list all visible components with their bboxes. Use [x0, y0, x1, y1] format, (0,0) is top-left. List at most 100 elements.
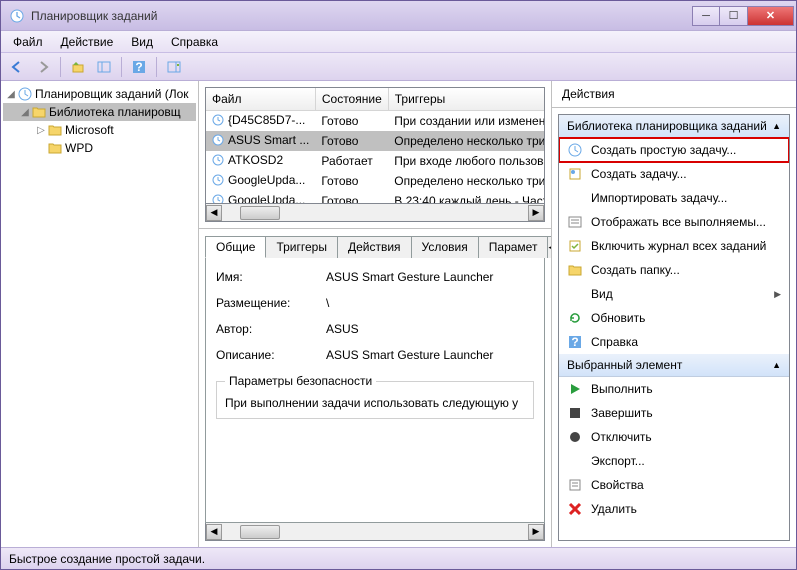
- scroll-thumb[interactable]: [240, 206, 280, 220]
- menu-action[interactable]: Действие: [53, 33, 122, 51]
- tab-general[interactable]: Общие: [205, 236, 266, 258]
- group-label: Библиотека планировщика заданий: [567, 119, 767, 133]
- action-label: Создать папку...: [591, 263, 680, 277]
- menu-view[interactable]: Вид: [123, 33, 161, 51]
- tab-params[interactable]: Парамет: [478, 236, 549, 258]
- actions-group-library[interactable]: Библиотека планировщика заданий ▲: [559, 115, 789, 138]
- task-icon: [567, 166, 583, 182]
- action-label: Импортировать задачу...: [591, 191, 727, 205]
- middle-pane: Файл Состояние Триггеры {D45C85D7-...Гот…: [199, 81, 552, 547]
- action-label: Включить журнал всех заданий: [591, 239, 766, 253]
- expand-icon[interactable]: ◢: [5, 89, 17, 100]
- folder-icon: [567, 262, 583, 278]
- tab-scroll-left[interactable]: ◀: [547, 236, 551, 258]
- scroll-left-arrow[interactable]: ◀: [206, 524, 222, 540]
- action-disable[interactable]: Отключить: [559, 425, 789, 449]
- menu-file[interactable]: Файл: [5, 33, 51, 51]
- actions-panel-title: Действия: [552, 81, 796, 108]
- action-import-task[interactable]: Импортировать задачу...: [559, 186, 789, 210]
- expand-icon[interactable]: ◢: [19, 107, 31, 118]
- clock-icon: [212, 194, 224, 205]
- table-row[interactable]: ATKOSD2 РаботаетПри входе любого пользова: [206, 151, 545, 171]
- action-label: Удалить: [591, 502, 637, 516]
- collapse-icon[interactable]: ▲: [772, 360, 781, 370]
- collapse-icon[interactable]: ▲: [772, 121, 781, 131]
- horizontal-scrollbar[interactable]: ◀ ▶: [205, 204, 545, 222]
- menu-help[interactable]: Справка: [163, 33, 226, 51]
- action-properties[interactable]: Свойства: [559, 473, 789, 497]
- table-row[interactable]: GoogleUpda...ГотовоВ 23:40 каждый день -…: [206, 191, 545, 205]
- minimize-button[interactable]: ─: [692, 6, 720, 26]
- app-icon: [9, 8, 25, 24]
- action-label: Отображать все выполняемы...: [591, 215, 766, 229]
- statusbar: Быстрое создание простой задачи.: [1, 547, 796, 569]
- action-create-basic-task[interactable]: Создать простую задачу...: [559, 138, 789, 162]
- action-view[interactable]: Вид ▶: [559, 282, 789, 306]
- cell-file: ASUS Smart ...: [228, 133, 309, 147]
- table-row[interactable]: ASUS Smart ...ГотовоОпределено несколько…: [206, 131, 545, 151]
- panel1-button[interactable]: [92, 56, 116, 78]
- content-area: ◢ Планировщик заданий (Лок ◢ Библиотека …: [1, 81, 796, 547]
- folder-icon: [47, 140, 63, 156]
- close-button[interactable]: ✕: [748, 6, 794, 26]
- table-row[interactable]: GoogleUpda...ГотовоОпределено несколько …: [206, 171, 545, 191]
- col-triggers[interactable]: Триггеры: [388, 88, 545, 110]
- action-run[interactable]: Выполнить: [559, 377, 789, 401]
- maximize-button[interactable]: ☐: [720, 6, 748, 26]
- scroll-right-arrow[interactable]: ▶: [528, 205, 544, 221]
- cell-file: ATKOSD2: [228, 153, 283, 167]
- col-state[interactable]: Состояние: [315, 88, 388, 110]
- action-export[interactable]: Экспорт...: [559, 449, 789, 473]
- tab-actions[interactable]: Действия: [337, 236, 412, 258]
- help-button[interactable]: ?: [127, 56, 151, 78]
- svg-text:?: ?: [135, 60, 142, 74]
- tree-microsoft[interactable]: ▷ Microsoft: [3, 121, 196, 139]
- disable-icon: [567, 429, 583, 445]
- help-icon: ?: [567, 334, 583, 350]
- security-legend: Параметры безопасности: [225, 374, 376, 388]
- tree-library[interactable]: ◢ Библиотека планировщ: [3, 103, 196, 121]
- panel2-button[interactable]: [162, 56, 186, 78]
- actions-group-selected[interactable]: Выбранный элемент ▲: [559, 354, 789, 377]
- tab-triggers[interactable]: Триггеры: [265, 236, 338, 258]
- description-value: ASUS Smart Gesture Launcher: [326, 348, 534, 362]
- tree-wpd[interactable]: WPD: [3, 139, 196, 157]
- author-label: Автор:: [216, 322, 326, 336]
- svg-text:?: ?: [571, 335, 578, 349]
- tree-root[interactable]: ◢ Планировщик заданий (Лок: [3, 85, 196, 103]
- scroll-right-arrow[interactable]: ▶: [528, 524, 544, 540]
- col-file[interactable]: Файл: [206, 88, 315, 110]
- titlebar[interactable]: Планировщик заданий ─ ☐ ✕: [1, 1, 796, 31]
- folder-icon: [47, 122, 63, 138]
- forward-button[interactable]: [31, 56, 55, 78]
- details-horizontal-scrollbar[interactable]: ◀ ▶: [205, 523, 545, 541]
- scroll-thumb[interactable]: [240, 525, 280, 539]
- up-button[interactable]: [66, 56, 90, 78]
- cell-triggers: При создании или изменени: [388, 110, 545, 131]
- action-new-folder[interactable]: Создать папку...: [559, 258, 789, 282]
- expand-icon[interactable]: ▷: [35, 125, 47, 136]
- table-row[interactable]: {D45C85D7-...ГотовоПри создании или изме…: [206, 110, 545, 131]
- action-label: Вид: [591, 287, 613, 301]
- clock-icon: [567, 142, 583, 158]
- action-refresh[interactable]: Обновить: [559, 306, 789, 330]
- back-button[interactable]: [5, 56, 29, 78]
- play-icon: [567, 381, 583, 397]
- scroll-left-arrow[interactable]: ◀: [206, 205, 222, 221]
- action-create-task[interactable]: Создать задачу...: [559, 162, 789, 186]
- tab-conditions[interactable]: Условия: [411, 236, 479, 258]
- cell-triggers: Определено несколько три: [388, 131, 545, 151]
- action-enable-history[interactable]: Включить журнал всех заданий: [559, 234, 789, 258]
- refresh-icon: [567, 310, 583, 326]
- action-end[interactable]: Завершить: [559, 401, 789, 425]
- cell-state: Работает: [315, 151, 388, 171]
- cell-triggers: В 23:40 каждый день - Часто: [388, 191, 545, 205]
- security-text: При выполнении задачи использовать следу…: [225, 396, 525, 410]
- action-label: Создать простую задачу...: [591, 143, 736, 157]
- actions-panel: Действия Библиотека планировщика заданий…: [552, 81, 796, 547]
- action-help[interactable]: ? Справка: [559, 330, 789, 354]
- cell-triggers: При входе любого пользова: [388, 151, 545, 171]
- submenu-arrow-icon: ▶: [774, 289, 781, 300]
- action-show-running[interactable]: Отображать все выполняемы...: [559, 210, 789, 234]
- action-delete[interactable]: Удалить: [559, 497, 789, 521]
